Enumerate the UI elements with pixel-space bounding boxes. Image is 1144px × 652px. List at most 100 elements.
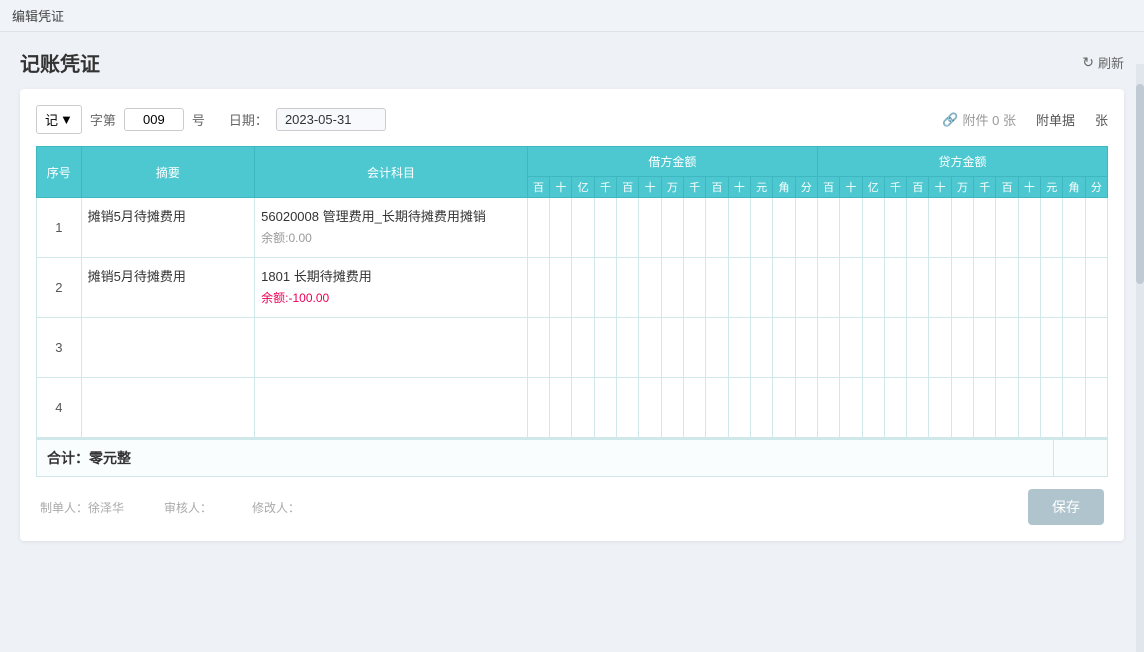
- credit-digit-3-4[interactable]: [907, 378, 929, 438]
- cell-account-0[interactable]: 56020008 管理费用_长期待摊费用摊销余额:0.00: [255, 198, 528, 258]
- save-button[interactable]: 保存: [1028, 489, 1104, 525]
- credit-digit-2-5[interactable]: [929, 318, 951, 378]
- credit-digit-2-0[interactable]: [817, 318, 839, 378]
- scrollbar-track[interactable]: [1136, 64, 1144, 652]
- debit-digit-0-0[interactable]: [527, 198, 549, 258]
- credit-digit-0-11[interactable]: [1063, 198, 1085, 258]
- debit-digit-1-10[interactable]: [750, 258, 772, 318]
- debit-digit-2-9[interactable]: [728, 318, 750, 378]
- debit-digit-1-6[interactable]: [661, 258, 683, 318]
- debit-digit-0-11[interactable]: [773, 198, 795, 258]
- credit-digit-3-8[interactable]: [996, 378, 1018, 438]
- debit-digit-3-4[interactable]: [617, 378, 639, 438]
- credit-digit-3-11[interactable]: [1063, 378, 1085, 438]
- credit-digit-2-10[interactable]: [1041, 318, 1063, 378]
- debit-digit-0-2[interactable]: [572, 198, 594, 258]
- credit-digit-1-3[interactable]: [884, 258, 906, 318]
- debit-digit-3-11[interactable]: [773, 378, 795, 438]
- debit-digit-1-1[interactable]: [550, 258, 572, 318]
- debit-digit-0-10[interactable]: [750, 198, 772, 258]
- debit-digit-0-5[interactable]: [639, 198, 661, 258]
- credit-digit-3-6[interactable]: [951, 378, 973, 438]
- refresh-button[interactable]: ↻ 刷新: [1082, 53, 1124, 72]
- credit-digit-1-0[interactable]: [817, 258, 839, 318]
- debit-digit-0-3[interactable]: [594, 198, 616, 258]
- credit-digit-3-10[interactable]: [1041, 378, 1063, 438]
- credit-digit-2-6[interactable]: [951, 318, 973, 378]
- debit-digit-0-6[interactable]: [661, 198, 683, 258]
- credit-digit-3-9[interactable]: [1018, 378, 1040, 438]
- credit-digit-3-3[interactable]: [884, 378, 906, 438]
- debit-digit-3-1[interactable]: [550, 378, 572, 438]
- debit-digit-3-2[interactable]: [572, 378, 594, 438]
- credit-digit-0-0[interactable]: [817, 198, 839, 258]
- debit-digit-0-4[interactable]: [617, 198, 639, 258]
- credit-digit-2-1[interactable]: [840, 318, 862, 378]
- debit-digit-3-12[interactable]: [795, 378, 817, 438]
- credit-digit-1-6[interactable]: [951, 258, 973, 318]
- credit-digit-0-10[interactable]: [1041, 198, 1063, 258]
- credit-digit-0-2[interactable]: [862, 198, 884, 258]
- debit-digit-1-0[interactable]: [527, 258, 549, 318]
- debit-digit-1-3[interactable]: [594, 258, 616, 318]
- debit-digit-3-6[interactable]: [661, 378, 683, 438]
- credit-digit-0-1[interactable]: [840, 198, 862, 258]
- credit-digit-1-4[interactable]: [907, 258, 929, 318]
- debit-digit-3-7[interactable]: [684, 378, 706, 438]
- debit-digit-2-3[interactable]: [594, 318, 616, 378]
- credit-digit-1-11[interactable]: [1063, 258, 1085, 318]
- cell-summary-2[interactable]: [81, 318, 255, 378]
- debit-digit-2-7[interactable]: [684, 318, 706, 378]
- credit-digit-2-4[interactable]: [907, 318, 929, 378]
- credit-digit-2-8[interactable]: [996, 318, 1018, 378]
- credit-digit-1-7[interactable]: [974, 258, 996, 318]
- credit-digit-0-7[interactable]: [974, 198, 996, 258]
- debit-digit-1-5[interactable]: [639, 258, 661, 318]
- cell-account-1[interactable]: 1801 长期待摊费用余额:-100.00: [255, 258, 528, 318]
- cell-summary-3[interactable]: [81, 378, 255, 438]
- credit-digit-3-1[interactable]: [840, 378, 862, 438]
- credit-digit-1-12[interactable]: [1085, 258, 1107, 318]
- credit-digit-3-5[interactable]: [929, 378, 951, 438]
- credit-digit-3-2[interactable]: [862, 378, 884, 438]
- credit-digit-0-3[interactable]: [884, 198, 906, 258]
- debit-digit-1-2[interactable]: [572, 258, 594, 318]
- debit-digit-3-9[interactable]: [728, 378, 750, 438]
- credit-digit-0-9[interactable]: [1018, 198, 1040, 258]
- cell-account-3[interactable]: [255, 378, 528, 438]
- credit-digit-0-4[interactable]: [907, 198, 929, 258]
- credit-digit-3-7[interactable]: [974, 378, 996, 438]
- debit-digit-2-6[interactable]: [661, 318, 683, 378]
- date-input[interactable]: [276, 108, 386, 131]
- ji-dropdown[interactable]: 记 ▼: [36, 105, 82, 134]
- debit-digit-1-7[interactable]: [684, 258, 706, 318]
- debit-digit-0-7[interactable]: [684, 198, 706, 258]
- debit-digit-3-5[interactable]: [639, 378, 661, 438]
- credit-digit-2-3[interactable]: [884, 318, 906, 378]
- debit-digit-2-2[interactable]: [572, 318, 594, 378]
- credit-digit-1-2[interactable]: [862, 258, 884, 318]
- debit-digit-3-3[interactable]: [594, 378, 616, 438]
- attachment-link[interactable]: 🔗 附件 0 张: [942, 110, 1016, 129]
- debit-digit-3-0[interactable]: [527, 378, 549, 438]
- credit-digit-0-8[interactable]: [996, 198, 1018, 258]
- debit-digit-2-8[interactable]: [706, 318, 728, 378]
- debit-digit-0-9[interactable]: [728, 198, 750, 258]
- credit-digit-1-8[interactable]: [996, 258, 1018, 318]
- debit-digit-3-8[interactable]: [706, 378, 728, 438]
- credit-digit-0-5[interactable]: [929, 198, 951, 258]
- debit-digit-2-11[interactable]: [773, 318, 795, 378]
- credit-digit-2-9[interactable]: [1018, 318, 1040, 378]
- credit-digit-2-11[interactable]: [1063, 318, 1085, 378]
- debit-digit-1-12[interactable]: [795, 258, 817, 318]
- debit-digit-0-8[interactable]: [706, 198, 728, 258]
- debit-digit-1-9[interactable]: [728, 258, 750, 318]
- debit-digit-2-10[interactable]: [750, 318, 772, 378]
- credit-digit-1-9[interactable]: [1018, 258, 1040, 318]
- cell-account-2[interactable]: [255, 318, 528, 378]
- debit-digit-2-4[interactable]: [617, 318, 639, 378]
- credit-digit-1-5[interactable]: [929, 258, 951, 318]
- credit-digit-1-1[interactable]: [840, 258, 862, 318]
- credit-digit-3-12[interactable]: [1085, 378, 1107, 438]
- credit-digit-1-10[interactable]: [1041, 258, 1063, 318]
